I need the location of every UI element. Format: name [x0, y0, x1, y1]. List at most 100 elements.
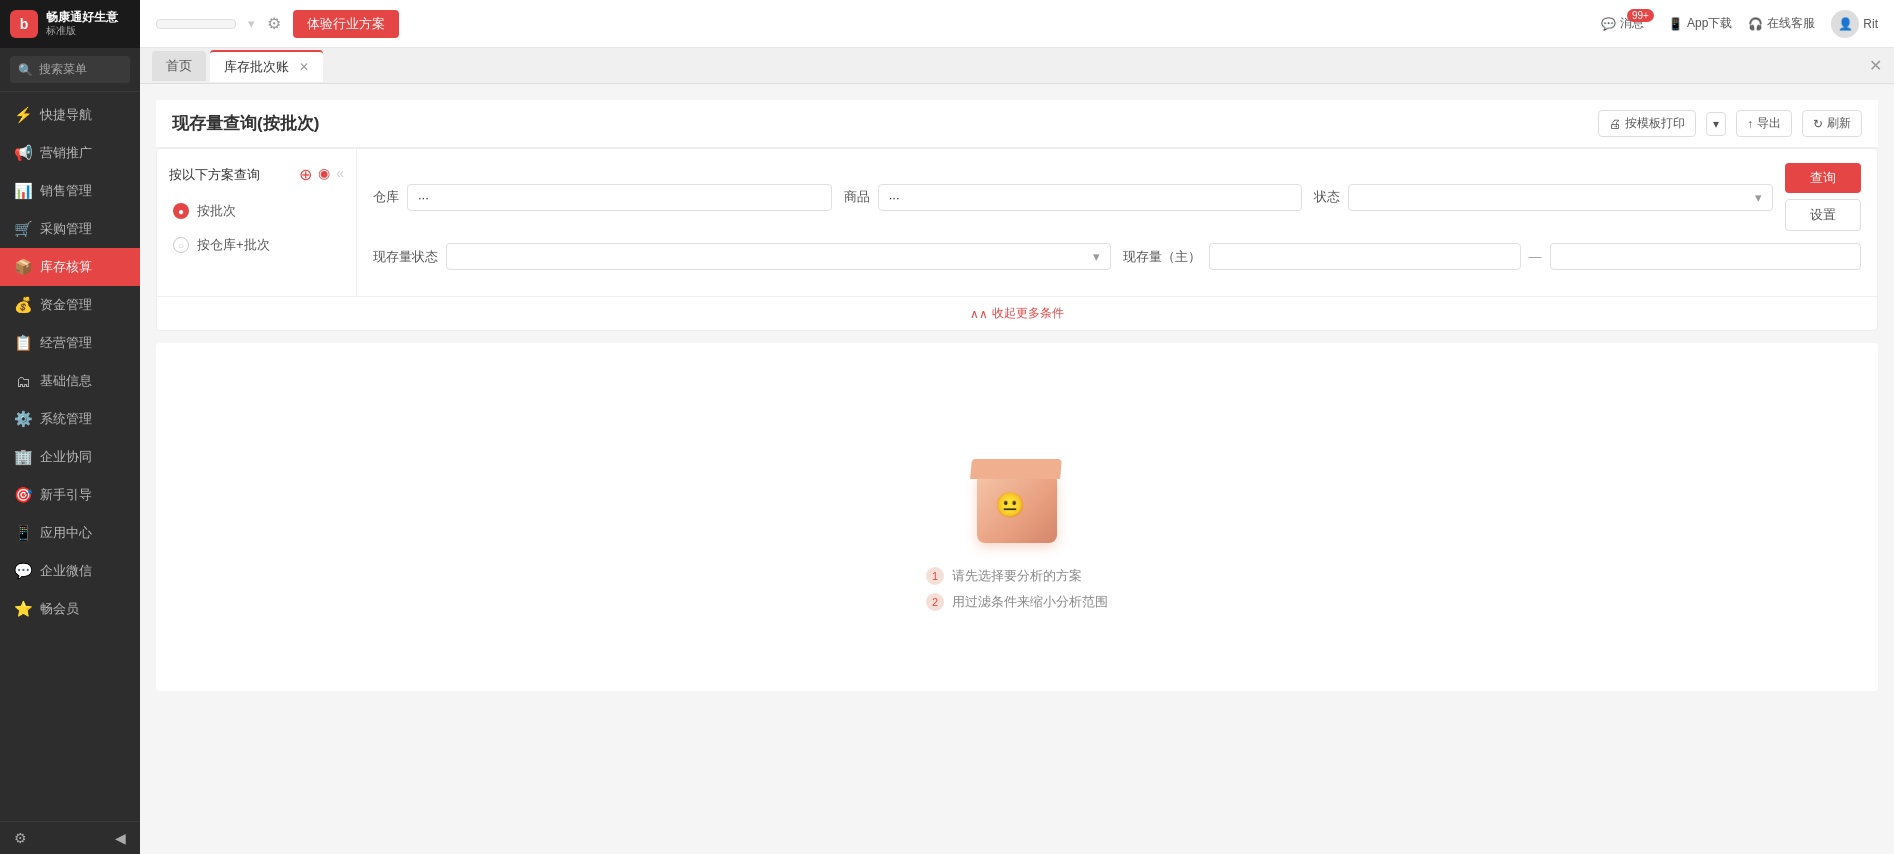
print-dropdown-button[interactable]: ▾ [1706, 112, 1726, 136]
main-content: ▾ ⚙ 体验行业方案 💬 消息 99+ 📱 App下载 🎧 在线客服 👤 [140, 0, 1894, 854]
sidebar-search-area: 🔍 搜索菜单 [0, 48, 140, 92]
printer-icon: 🖨 [1609, 117, 1621, 131]
sidebar-item-basics[interactable]: 🗂 基础信息 [0, 362, 140, 400]
sidebar-item-inventory[interactable]: 📦 库存核算 [0, 248, 140, 286]
sidebar-label-inventory: 库存核算 [40, 258, 92, 276]
tabs-bar: 首页 库存批次账 ✕ ✕ [140, 48, 1894, 84]
purchase-icon: 🛒 [14, 220, 32, 238]
sidebar-item-purchase[interactable]: 🛒 采购管理 [0, 210, 140, 248]
settings-button[interactable]: 设置 [1785, 199, 1861, 231]
inventory-status-select[interactable]: ▾ [446, 243, 1111, 270]
product-input[interactable]: ··· [878, 184, 1303, 211]
sidebar-label-enterprise-wechat: 企业微信 [40, 562, 92, 580]
tip-text-1: 请先选择要分析的方案 [952, 567, 1082, 585]
status-label: 状态 [1314, 188, 1340, 206]
tab-close-icon[interactable]: ✕ [299, 60, 309, 74]
sidebar-label-members: 畅会员 [40, 600, 79, 618]
tip-number-1: 1 [926, 567, 944, 585]
sidebar-item-new-guide[interactable]: 🎯 新手引导 [0, 476, 140, 514]
sidebar-item-operations[interactable]: 📋 经营管理 [0, 324, 140, 362]
sidebar-footer: ⚙ ◀ [0, 821, 140, 854]
sidebar-collapse-button[interactable]: ◀ [115, 830, 126, 846]
sidebar-item-sales[interactable]: 📊 销售管理 [0, 172, 140, 210]
search-icon: 🔍 [18, 63, 33, 77]
inventory-qty-range: — [1209, 243, 1861, 270]
app-download-button[interactable]: 📱 App下载 [1668, 15, 1732, 32]
sidebar-item-finance[interactable]: 💰 资金管理 [0, 286, 140, 324]
tab-inventory-batch-label: 库存批次账 [224, 58, 289, 76]
sidebar-label-new-guide: 新手引导 [40, 486, 92, 504]
gear-icon[interactable]: ⚙ [267, 14, 281, 33]
sidebar-label-operations: 经营管理 [40, 334, 92, 352]
product-label: 商品 [844, 188, 870, 206]
page-title-actions: 🖨 按模板打印 ▾ ↑ 导出 ↻ 刷新 [1598, 110, 1862, 137]
user-profile[interactable]: 👤 Rit [1831, 10, 1878, 38]
sidebar-item-marketing[interactable]: 📢 营销推广 [0, 134, 140, 172]
sidebar-item-enterprise[interactable]: 🏢 企业协同 [0, 438, 140, 476]
dropdown-arrow-icon: ▾ [248, 16, 255, 31]
filter-scheme-sidebar: 按以下方案查询 ⊕ ◉ « ● 按批次 ○ 按仓库+批次 [157, 149, 357, 296]
new-guide-icon: 🎯 [14, 486, 32, 504]
message-icon: 💬 [1601, 17, 1616, 31]
inventory-qty-min-input[interactable] [1209, 243, 1521, 270]
collapse-more-btn[interactable]: ∧∧ 收起更多条件 [157, 296, 1877, 330]
inventory-status-field: 现存量状态 ▾ [373, 243, 1111, 270]
app-logo: b [10, 10, 38, 38]
filter-main-fields: 仓库 ··· 商品 ··· 状态 [357, 149, 1877, 296]
enterprise-wechat-icon: 💬 [14, 562, 32, 580]
topbar: ▾ ⚙ 体验行业方案 💬 消息 99+ 📱 App下载 🎧 在线客服 👤 [140, 0, 1894, 48]
refresh-button[interactable]: ↻ 刷新 [1802, 110, 1862, 137]
user-avatar-icon: 👤 [1838, 17, 1853, 31]
filter-collapse-arrow-icon[interactable]: « [336, 165, 344, 184]
trial-btn[interactable]: 体验行业方案 [293, 10, 399, 38]
empty-box-face-icon: 😐 [995, 491, 1025, 519]
filter-panel-inner: 按以下方案查询 ⊕ ◉ « ● 按批次 ○ 按仓库+批次 [157, 149, 1877, 296]
sidebar-label-marketing: 营销推广 [40, 144, 92, 162]
enterprise-icon: 🏢 [14, 448, 32, 466]
query-button[interactable]: 查询 [1785, 163, 1861, 193]
tab-home[interactable]: 首页 [152, 51, 206, 81]
refresh-label: 刷新 [1827, 115, 1851, 132]
search-menu-button[interactable]: 🔍 搜索菜单 [10, 56, 130, 83]
tab-inventory-batch[interactable]: 库存批次账 ✕ [210, 50, 323, 82]
warehouse-dots: ··· [418, 190, 429, 205]
add-scheme-icon[interactable]: ⊕ [299, 165, 312, 184]
inventory-qty-max-input[interactable] [1550, 243, 1862, 270]
sidebar-label-enterprise: 企业协同 [40, 448, 92, 466]
online-service-button[interactable]: 🎧 在线客服 [1748, 15, 1815, 32]
sidebar-label-basics: 基础信息 [40, 372, 92, 390]
empty-tip-2: 2 用过滤条件来缩小分析范围 [926, 593, 1108, 611]
sidebar-menu: ⚡ 快捷导航 📢 营销推广 📊 销售管理 🛒 采购管理 📦 库存核算 💰 [0, 92, 140, 632]
scheme-item-warehouse-batch[interactable]: ○ 按仓库+批次 [157, 228, 356, 262]
sidebar-settings-button[interactable]: ⚙ [14, 830, 27, 846]
tabs-close-all-button[interactable]: ✕ [1869, 56, 1882, 75]
quick-nav-icon: ⚡ [14, 106, 32, 124]
basics-icon: 🗂 [14, 372, 32, 390]
sidebar-item-members[interactable]: ⭐ 畅会员 [0, 590, 140, 628]
scheme-item-batch[interactable]: ● 按批次 [157, 194, 356, 228]
action-buttons: 查询 设置 [1785, 163, 1861, 231]
sidebar-item-quick-nav[interactable]: ⚡ 快捷导航 [0, 96, 140, 134]
export-button[interactable]: ↑ 导出 [1736, 110, 1792, 137]
product-dots: ··· [889, 190, 900, 205]
sidebar-item-enterprise-wechat[interactable]: 💬 企业微信 [0, 552, 140, 590]
sidebar-header: b 畅康通好生意 标准版 [0, 0, 140, 48]
collapse-icon: ◀ [115, 830, 126, 846]
phone-icon: 📱 [1668, 17, 1683, 31]
warehouse-input[interactable]: ··· [407, 184, 832, 211]
empty-box-graphic: 😐 [977, 473, 1057, 543]
sidebar-item-system[interactable]: ⚙️ 系统管理 [0, 400, 140, 438]
topbar-input[interactable] [156, 19, 236, 29]
online-service-label: 在线客服 [1767, 15, 1815, 32]
sidebar-menu-scroll: 🔍 搜索菜单 ⚡ 快捷导航 📢 营销推广 📊 销售管理 🛒 采购管理 [0, 48, 140, 821]
sidebar-item-app-center[interactable]: 📱 应用中心 [0, 514, 140, 552]
system-icon: ⚙️ [14, 410, 32, 428]
tip-number-2: 2 [926, 593, 944, 611]
empty-illustration: 😐 [957, 423, 1077, 543]
print-button[interactable]: 🖨 按模板打印 [1598, 110, 1696, 137]
scheme-settings-icon[interactable]: ◉ [318, 165, 330, 184]
headset-icon: 🎧 [1748, 17, 1763, 31]
messages-button[interactable]: 💬 消息 99+ [1601, 15, 1644, 32]
status-select[interactable]: ▾ [1348, 184, 1773, 211]
user-name: Rit [1863, 17, 1878, 31]
